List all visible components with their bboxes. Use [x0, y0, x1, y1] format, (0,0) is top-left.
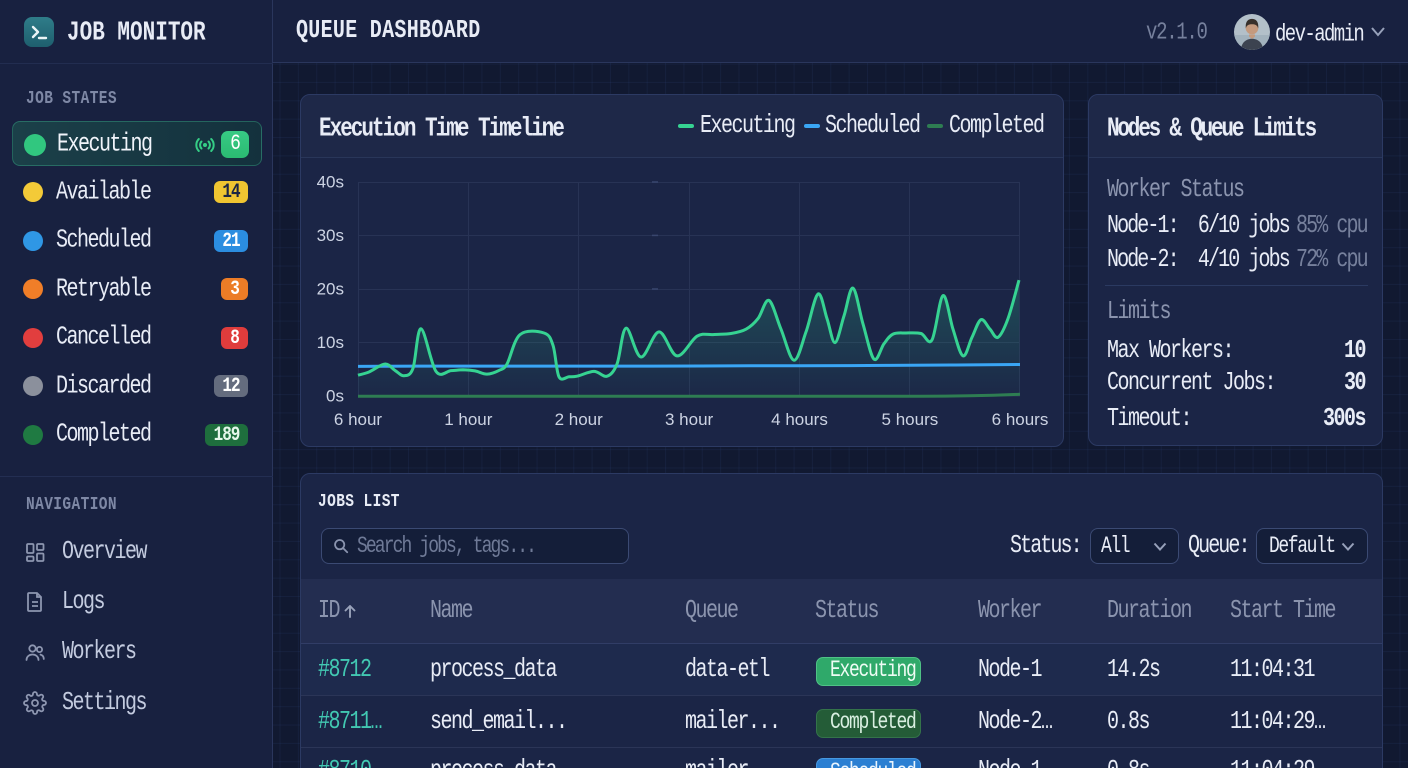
svg-text:0s: 0s — [326, 387, 344, 406]
svg-text:10s: 10s — [317, 333, 344, 352]
svg-text:30s: 30s — [317, 226, 344, 245]
svg-text:1 hour: 1 hour — [444, 410, 493, 429]
svg-text:5 hours: 5 hours — [882, 410, 939, 429]
svg-text:6 hours: 6 hours — [992, 410, 1049, 429]
svg-text:6 hour: 6 hour — [334, 410, 383, 429]
svg-text:4 hours: 4 hours — [771, 410, 828, 429]
svg-text:2 hour: 2 hour — [555, 410, 604, 429]
svg-text:40s: 40s — [317, 173, 344, 192]
svg-text:3 hour: 3 hour — [665, 410, 714, 429]
svg-text:20s: 20s — [317, 280, 344, 299]
